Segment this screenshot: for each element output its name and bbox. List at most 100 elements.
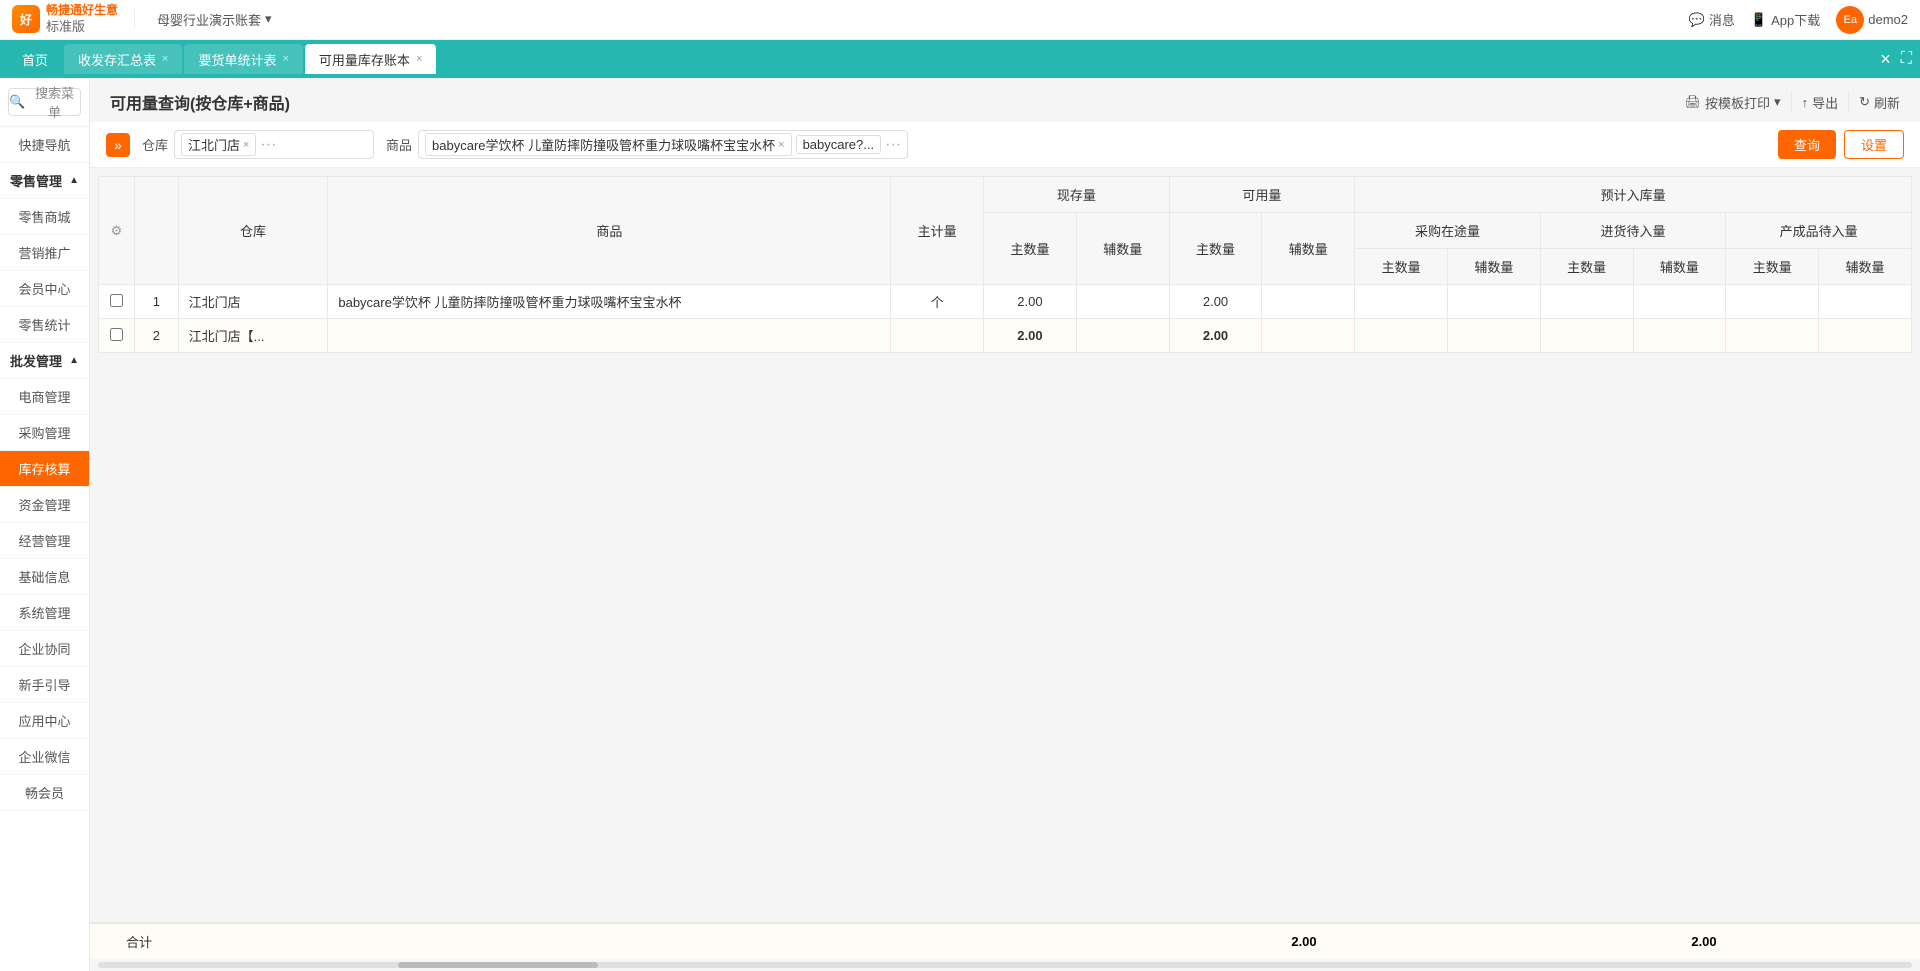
sidebar-group-retail[interactable]: 零售管理 ▲ (0, 163, 89, 199)
warehouse-more-btn[interactable]: ··· (260, 136, 276, 154)
search-menu-btn[interactable]: 🔍 搜索菜单 (8, 88, 81, 116)
product-tag-2[interactable]: babycare?... (796, 135, 882, 154)
footer-label: 合计 (106, 932, 152, 951)
tab-available-stock-close[interactable]: × (416, 53, 422, 65)
tab-available-stock[interactable]: 可用量库存账本 × (305, 44, 436, 74)
message-btn[interactable]: 💬 消息 (1689, 10, 1735, 29)
avatar-img: Ea (1836, 6, 1864, 34)
content-area: 可用量查询(按仓库+商品) 🖨 按模板打印 ▾ ↑ 导出 ↻ 刷新 (90, 78, 1920, 971)
th-avail-main: 主数量 (1169, 213, 1262, 285)
product-tag-1[interactable]: babycare学饮杯 儿童防摔防撞吸管杯重力球吸嘴杯宝宝水杯 × (425, 133, 792, 156)
warehouse-tag-1[interactable]: 江北门店 × (181, 133, 256, 156)
tab-receive-label: 收发存汇总表 (78, 50, 156, 69)
tab-receive-close[interactable]: × (162, 53, 168, 65)
export-btn[interactable]: ↑ 导出 (1802, 93, 1839, 112)
row2-unit (891, 319, 984, 353)
sidebar-item-inventory[interactable]: 库存核算 (0, 451, 89, 487)
tab-order-stats-close[interactable]: × (282, 53, 288, 65)
row1-incoming-main (1540, 285, 1633, 319)
printer-icon: 🖨 (1685, 94, 1702, 110)
tab-home[interactable]: 首页 (8, 44, 62, 74)
row1-avail-main: 2.00 (1169, 285, 1262, 319)
row1-purchase-main (1355, 285, 1448, 319)
page-actions: 🖨 按模板打印 ▾ ↑ 导出 ↻ 刷新 (1685, 92, 1901, 112)
th-incoming-aux: 辅数量 (1633, 249, 1726, 285)
row1-avail-aux (1262, 285, 1355, 319)
sidebar-item-new-guide[interactable]: 新手引导 (0, 667, 89, 703)
sidebar-item-system[interactable]: 系统管理 (0, 595, 89, 631)
checkbox-2[interactable] (110, 328, 123, 341)
sidebar-item-finance[interactable]: 资金管理 (0, 487, 89, 523)
scroll-bar[interactable] (90, 959, 1920, 971)
sidebar-item-enterprise[interactable]: 企业协同 (0, 631, 89, 667)
row1-checkbox[interactable] (99, 285, 135, 319)
search-icon: 🔍 (9, 94, 25, 110)
row1-current-main: 2.00 (984, 285, 1077, 319)
row2-seq: 2 (135, 319, 179, 353)
th-finished-aux: 辅数量 (1819, 249, 1912, 285)
sidebar-item-basic-info[interactable]: 基础信息 (0, 559, 89, 595)
sidebar-item-quick-nav[interactable]: 快捷导航 (0, 127, 89, 163)
data-table: ⚙ 仓库 商品 主计量 现存量 可用量 预计入库量 主数量 辅数量 主数量 (98, 176, 1912, 353)
table-row: 1 江北门店 babycare学饮杯 儿童防摔防撞吸管杯重力球吸嘴杯宝宝水杯 个… (99, 285, 1912, 319)
query-btn[interactable]: 查询 (1778, 130, 1836, 159)
row1-incoming-aux (1633, 285, 1726, 319)
top-bar: 好 畅捷通好生意 标准版 母婴行业演示账套 ▾ 💬 消息 📱 App下载 Ea … (0, 0, 1920, 40)
scroll-thumb[interactable] (398, 962, 598, 968)
setting-btn[interactable]: 设置 (1844, 130, 1904, 159)
export-icon: ↑ (1802, 95, 1809, 110)
sidebar-item-operations[interactable]: 经营管理 (0, 523, 89, 559)
template-print-btn[interactable]: 🖨 按模板打印 ▾ (1685, 93, 1781, 112)
row2-incoming-main (1540, 319, 1633, 353)
sidebar-item-purchase[interactable]: 采购管理 (0, 415, 89, 451)
divider (134, 9, 135, 29)
sidebar-item-marketing[interactable]: 营销推广 (0, 235, 89, 271)
user-avatar[interactable]: Ea demo2 (1836, 6, 1908, 34)
th-current-main: 主数量 (984, 213, 1077, 285)
warehouse-tags[interactable]: 江北门店 × ··· (174, 130, 374, 159)
row2-warehouse: 江北门店【... (178, 319, 328, 353)
warehouse-tag-close-1[interactable]: × (243, 139, 249, 151)
refresh-btn[interactable]: ↻ 刷新 (1859, 93, 1900, 112)
sidebar-item-retail-stats[interactable]: 零售统计 (0, 307, 89, 343)
tab-order-stats[interactable]: 要货单统计表 × (184, 44, 302, 74)
sidebar-item-retail-mall[interactable]: 零售商城 (0, 199, 89, 235)
sidebar-item-ecommerce[interactable]: 电商管理 (0, 379, 89, 415)
row1-product: babycare学饮杯 儿童防摔防撞吸管杯重力球吸嘴杯宝宝水杯 (328, 285, 891, 319)
product-more-btn[interactable]: ··· (885, 136, 901, 154)
row1-purchase-aux (1447, 285, 1540, 319)
tab-receive[interactable]: 收发存汇总表 × (64, 44, 182, 74)
tab-order-stats-label: 要货单统计表 (198, 50, 276, 69)
sidebar-item-member2[interactable]: 畅会员 (0, 775, 89, 811)
top-bar-left: 好 畅捷通好生意 标准版 母婴行业演示账套 ▾ (12, 3, 278, 35)
sidebar-item-app-center[interactable]: 应用中心 (0, 703, 89, 739)
row2-purchase-aux (1447, 319, 1540, 353)
row2-checkbox[interactable] (99, 319, 135, 353)
expand-btn[interactable]: ⛶ (1901, 50, 1912, 68)
gear-icon[interactable]: ⚙ (111, 223, 123, 238)
sidebar-group-wholesale[interactable]: 批发管理 ▲ (0, 343, 89, 379)
row2-avail-aux (1262, 319, 1355, 353)
row2-finished-main (1726, 319, 1819, 353)
industry-selector[interactable]: 母婴行业演示账套 ▾ (151, 8, 278, 31)
checkbox-1[interactable] (110, 294, 123, 307)
app-download-btn[interactable]: 📱 App下载 (1751, 10, 1820, 29)
warehouse-filter-group: 仓库 江北门店 × ··· (142, 130, 374, 159)
th-settings: ⚙ (99, 177, 135, 285)
close-all-tabs-btn[interactable]: × (1880, 49, 1891, 70)
sidebar-item-enterprise-wechat[interactable]: 企业微信 (0, 739, 89, 775)
th-forecast-in: 预计入库量 (1355, 177, 1912, 213)
row1-warehouse: 江北门店 (178, 285, 328, 319)
tab-available-stock-label: 可用量库存账本 (319, 50, 410, 69)
chevron-up-icon-2: ▲ (69, 355, 79, 366)
page-title: 可用量查询(按仓库+商品) (110, 90, 290, 114)
scroll-track (98, 962, 1912, 968)
app-icon: 📱 (1751, 12, 1767, 28)
table-footer: 合计 2.00 2.00 (90, 922, 1920, 959)
product-tag-close-1[interactable]: × (778, 139, 784, 151)
main-layout: 🔍 搜索菜单 快捷导航 零售管理 ▲ 零售商城 营销推广 会员中心 零售统计 批… (0, 78, 1920, 971)
product-tags[interactable]: babycare学饮杯 儿童防摔防撞吸管杯重力球吸嘴杯宝宝水杯 × babyca… (418, 130, 908, 159)
sidebar-item-member[interactable]: 会员中心 (0, 271, 89, 307)
filter-expand-btn[interactable]: » (106, 133, 130, 157)
logo-text: 畅捷通好生意 标准版 (46, 3, 118, 35)
